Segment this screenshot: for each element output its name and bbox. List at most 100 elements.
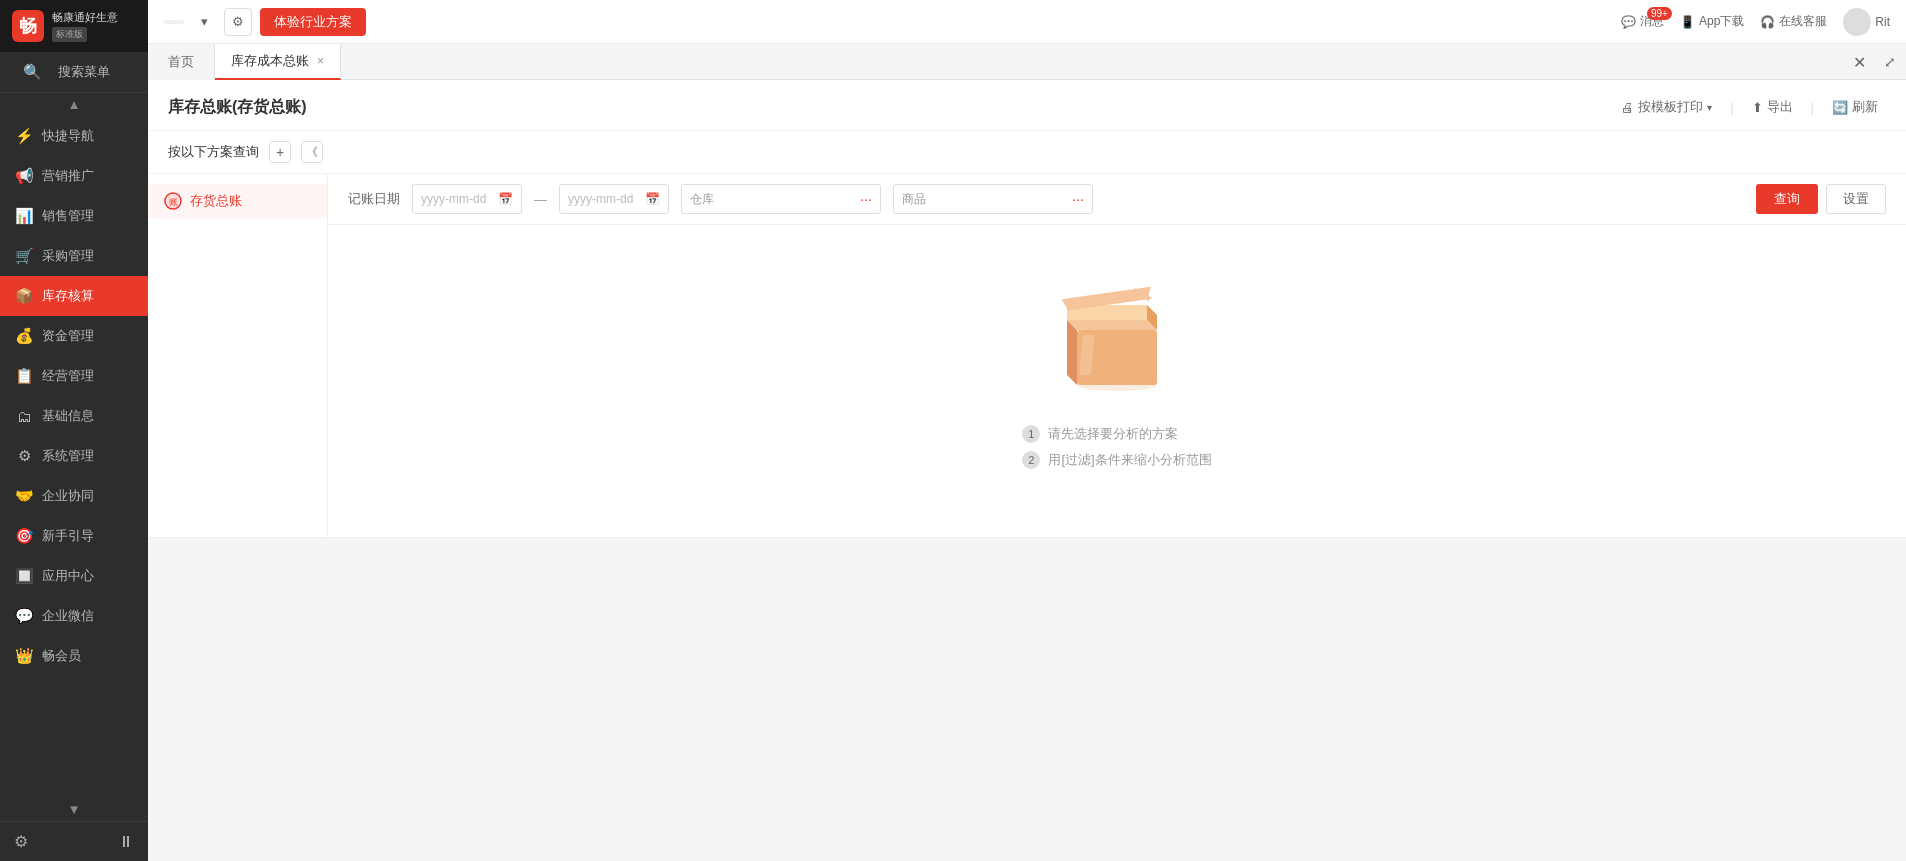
app-download-btn[interactable]: 📱 App下载 bbox=[1680, 13, 1744, 30]
sidebar-item-inventory[interactable]: 📦 库存核算 bbox=[0, 276, 148, 316]
filter-collapse-btn[interactable]: 《 bbox=[301, 141, 323, 163]
sidebar-scroll-up[interactable]: ▲ bbox=[0, 93, 148, 116]
shortcut-icon: ⚡ bbox=[14, 126, 34, 146]
sidebar-item-newbie[interactable]: 🎯 新手引导 bbox=[0, 516, 148, 556]
scheme-item-inventory-ledger[interactable]: 账 存货总账 bbox=[148, 184, 327, 218]
actions-divider-1: | bbox=[1730, 100, 1733, 115]
inventory-icon: 📦 bbox=[14, 286, 34, 306]
sidebar-item-finance[interactable]: 💰 资金管理 bbox=[0, 316, 148, 356]
search-label: 搜索菜单 bbox=[58, 63, 110, 81]
sidebar-item-cooperation[interactable]: 🤝 企业协同 bbox=[0, 476, 148, 516]
topbar-dropdown-btn[interactable]: ▾ bbox=[192, 10, 216, 34]
product-more-icon: ··· bbox=[1072, 191, 1084, 207]
scheme-sidebar: 账 存货总账 bbox=[148, 174, 328, 537]
product-select[interactable]: 商品 ··· bbox=[893, 184, 1093, 214]
tab-inventory-ledger[interactable]: 库存成本总账 × bbox=[215, 44, 341, 80]
basic-icon: 🗂 bbox=[14, 406, 34, 426]
empty-tip-2: 2 用[过滤]条件来缩小分析范围 bbox=[1022, 451, 1211, 469]
print-icon: 🖨 bbox=[1621, 100, 1634, 115]
sidebar-scroll-down[interactable]: ▼ bbox=[0, 798, 148, 821]
sidebar-item-marketing[interactable]: 📢 营销推广 bbox=[0, 156, 148, 196]
filter-actions: 查询 设置 bbox=[1756, 184, 1886, 214]
tab-home[interactable]: 首页 bbox=[148, 44, 215, 80]
refresh-label: 刷新 bbox=[1852, 98, 1878, 116]
filter-label: 按以下方案查询 bbox=[168, 143, 259, 161]
svg-marker-5 bbox=[1067, 320, 1157, 330]
scheme-item-icon: 账 bbox=[164, 192, 182, 210]
sidebar-item-basic[interactable]: 🗂 基础信息 bbox=[0, 396, 148, 436]
sales-icon: 📊 bbox=[14, 206, 34, 226]
date-end-placeholder: yyyy-mm-dd bbox=[568, 192, 633, 206]
settings-footer-icon[interactable]: ⚙ bbox=[14, 832, 28, 851]
export-label: 导出 bbox=[1767, 98, 1793, 116]
app-download-icon: 📱 bbox=[1680, 15, 1695, 29]
message-btn[interactable]: 💬 消息 99+ bbox=[1621, 13, 1664, 30]
tab-close-btn[interactable]: × bbox=[317, 54, 324, 68]
logo-title: 畅康通好生意 bbox=[52, 10, 118, 25]
tab-home-label: 首页 bbox=[168, 53, 194, 71]
member-icon: 👑 bbox=[14, 646, 34, 666]
headset-icon: 🎧 bbox=[1760, 15, 1775, 29]
collapse-icon[interactable]: ⏸ bbox=[118, 833, 134, 851]
sidebar-item-purchase[interactable]: 🛒 采购管理 bbox=[0, 236, 148, 276]
sidebar-logo: 畅 畅康通好生意 标准版 bbox=[0, 0, 148, 52]
sidebar-item-member[interactable]: 👑 畅会员 bbox=[0, 636, 148, 676]
user-menu-btn[interactable]: Rit bbox=[1843, 8, 1890, 36]
logo-icon: 畅 bbox=[12, 10, 44, 42]
tip-text-1: 请先选择要分析的方案 bbox=[1048, 425, 1178, 443]
user-avatar bbox=[1843, 8, 1871, 36]
topbar-settings-btn[interactable]: ⚙ bbox=[224, 8, 252, 36]
sidebar-item-operation[interactable]: 📋 经营管理 bbox=[0, 356, 148, 396]
logo-text-block: 畅康通好生意 标准版 bbox=[52, 10, 118, 42]
svg-text:账: 账 bbox=[169, 197, 178, 207]
sidebar-search[interactable]: 🔍 搜索菜单 bbox=[0, 52, 148, 93]
print-dropdown-icon: ▾ bbox=[1707, 102, 1712, 113]
purchase-icon: 🛒 bbox=[14, 246, 34, 266]
empty-illustration: ✦ ✦ bbox=[1057, 285, 1177, 405]
calendar-icon-start: 📅 bbox=[498, 192, 513, 206]
tip-text-2: 用[过滤]条件来缩小分析范围 bbox=[1048, 451, 1211, 469]
filter-row: 记账日期 yyyy-mm-dd 📅 — yyyy-mm-dd 📅 仓库 bbox=[328, 174, 1906, 225]
scheme-panel: 账 存货总账 记账日期 yyyy-mm-dd 📅 — bbox=[148, 174, 1906, 538]
actions-divider-2: | bbox=[1811, 100, 1814, 115]
industry-solution-btn[interactable]: 体验行业方案 bbox=[260, 8, 366, 36]
product-label: 商品 bbox=[902, 191, 926, 208]
print-btn[interactable]: 🖨 按模板打印 ▾ bbox=[1613, 94, 1720, 120]
sidebar-item-shortcut[interactable]: ⚡ 快捷导航 bbox=[0, 116, 148, 156]
cooperation-icon: 🤝 bbox=[14, 486, 34, 506]
query-btn[interactable]: 查询 bbox=[1756, 184, 1818, 214]
filter-add-btn[interactable]: + bbox=[269, 141, 291, 163]
warehouse-select[interactable]: 仓库 ··· bbox=[681, 184, 881, 214]
date-start-placeholder: yyyy-mm-dd bbox=[421, 192, 486, 206]
online-service-btn[interactable]: 🎧 在线客服 bbox=[1760, 13, 1827, 30]
sidebar-item-sales[interactable]: 📊 销售管理 bbox=[0, 196, 148, 236]
export-btn[interactable]: ⬆ 导出 bbox=[1744, 94, 1801, 120]
finance-icon: 💰 bbox=[14, 326, 34, 346]
main-area: ▾ ⚙ 体验行业方案 💬 消息 99+ 📱 App下载 🎧 在线客服 Rit bbox=[148, 0, 1906, 861]
marketing-icon: 📢 bbox=[14, 166, 34, 186]
date-end-input[interactable]: yyyy-mm-dd 📅 bbox=[559, 184, 669, 214]
date-separator: — bbox=[534, 192, 547, 207]
scheme-main: 记账日期 yyyy-mm-dd 📅 — yyyy-mm-dd 📅 仓库 bbox=[328, 174, 1906, 537]
tab-panel-expand-btn[interactable]: ⤢ bbox=[1884, 54, 1896, 70]
refresh-btn[interactable]: 🔄 刷新 bbox=[1824, 94, 1886, 120]
newbie-icon: 🎯 bbox=[14, 526, 34, 546]
tabbar: 首页 库存成本总账 × ✕ ⤢ bbox=[148, 44, 1906, 80]
tab-panel-close-btn[interactable]: ✕ bbox=[1853, 52, 1866, 71]
sidebar-item-appstore[interactable]: 🔲 应用中心 bbox=[0, 556, 148, 596]
svg-text:✦: ✦ bbox=[1132, 286, 1139, 295]
sidebar-nav: ⚡ 快捷导航 📢 营销推广 📊 销售管理 🛒 采购管理 📦 库存核算 💰 资金管… bbox=[0, 116, 148, 798]
topbar-left: ▾ ⚙ 体验行业方案 bbox=[164, 8, 366, 36]
empty-tips: 1 请先选择要分析的方案 2 用[过滤]条件来缩小分析范围 bbox=[1022, 425, 1211, 477]
empty-state: ✦ ✦ 1 请先选择要分析的方案 2 用[过滤]条件来缩小分析范围 bbox=[328, 225, 1906, 537]
online-service-label: 在线客服 bbox=[1779, 13, 1827, 30]
sidebar-item-system[interactable]: ⚙ 系统管理 bbox=[0, 436, 148, 476]
calendar-icon-end: 📅 bbox=[645, 192, 660, 206]
date-start-input[interactable]: yyyy-mm-dd 📅 bbox=[412, 184, 522, 214]
tip-num-1: 1 bbox=[1022, 425, 1040, 443]
sidebar-footer: ⚙ ⏸ bbox=[0, 821, 148, 861]
topbar-breadcrumb bbox=[164, 20, 184, 24]
topbar-right: 💬 消息 99+ 📱 App下载 🎧 在线客服 Rit bbox=[1621, 8, 1890, 36]
sidebar-item-wechat[interactable]: 💬 企业微信 bbox=[0, 596, 148, 636]
settings-btn[interactable]: 设置 bbox=[1826, 184, 1886, 214]
